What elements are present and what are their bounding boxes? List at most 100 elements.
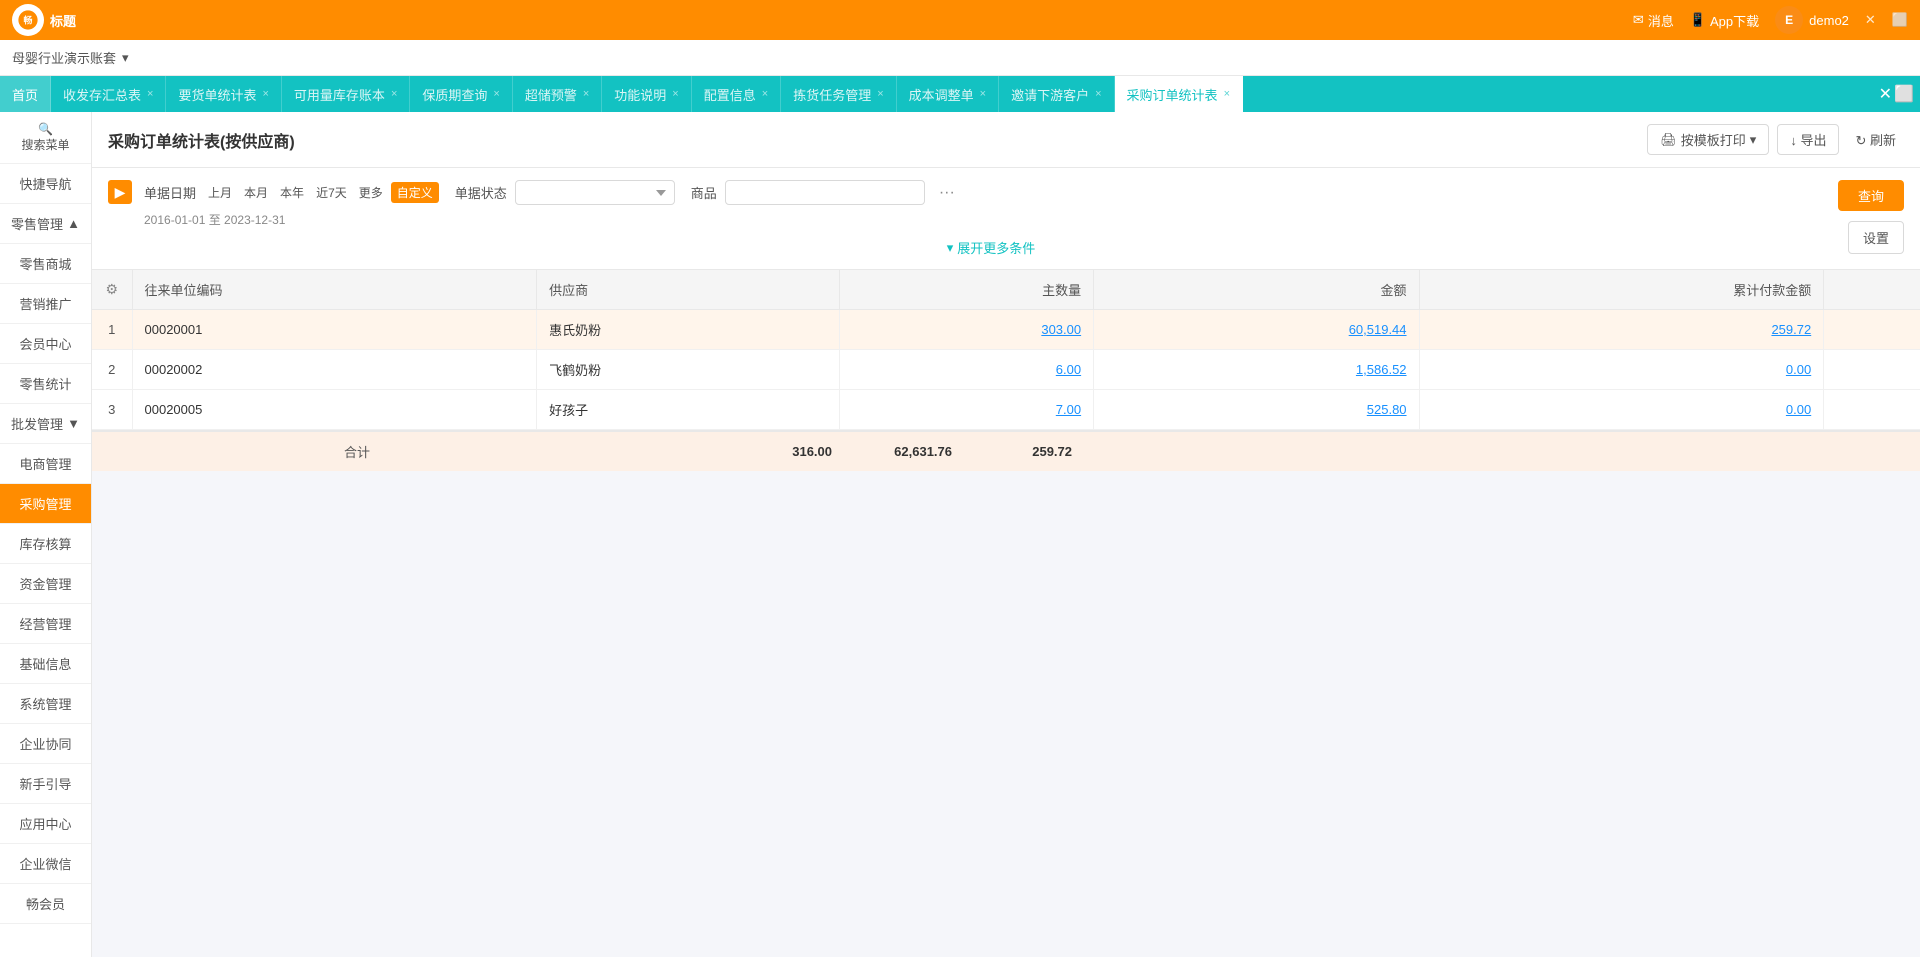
sidebar-item-ecommerce-mgmt[interactable]: 电商管理 xyxy=(0,444,91,484)
tab-overstock-warning[interactable]: 超储预警 × xyxy=(513,76,602,112)
refresh-btn[interactable]: ↻ 刷新 xyxy=(1847,125,1904,154)
tab-close-receive-summary[interactable]: × xyxy=(147,88,153,100)
sidebar-item-retail-store[interactable]: 零售商城 xyxy=(0,244,91,284)
message-btn[interactable]: ✉ 消息 xyxy=(1633,11,1674,30)
goods-more-btn[interactable]: ··· xyxy=(933,182,961,204)
template-print-btn[interactable]: 🖨 按模板打印 ▾ xyxy=(1647,124,1769,155)
tab-invite-downstream[interactable]: 邀请下游客户 × xyxy=(999,76,1114,112)
tab-receive-summary[interactable]: 收发存汇总表 × xyxy=(51,76,166,112)
table-row: 3 00020005 好孩子 7.00 525.80 0.00 xyxy=(92,390,1920,430)
tab-available-stock[interactable]: 可用量库存账本 × xyxy=(282,76,410,112)
footer-amount: 62,631.76 xyxy=(844,444,964,459)
tab-close-order-summary[interactable]: × xyxy=(262,88,268,100)
sidebar-item-finance-mgmt[interactable]: 资金管理 xyxy=(0,564,91,604)
expand-more-btn[interactable]: ▾ 展开更多条件 xyxy=(144,238,1838,257)
row-paid-amount-3[interactable]: 0.00 xyxy=(1419,390,1824,430)
tab-fullscreen-btn[interactable]: ⬜ xyxy=(1894,84,1914,104)
tab-close-invite-downstream[interactable]: × xyxy=(1095,88,1101,100)
tab-close-overstock-warning[interactable]: × xyxy=(583,88,589,100)
sidebar-item-stock-check[interactable]: 库存核算 xyxy=(0,524,91,564)
row-amount-2[interactable]: 1,586.52 xyxy=(1094,350,1419,390)
sidebar-item-vip-member[interactable]: 畅会员 xyxy=(0,884,91,924)
sidebar-search[interactable]: 🔍 搜索菜单 xyxy=(0,112,91,164)
sidebar-item-app-center[interactable]: 应用中心 xyxy=(0,804,91,844)
data-table: ⚙ 往来单位编码 供应商 主数量 金额 累计付款金额 1 00020001 xyxy=(92,270,1920,430)
date-more-btn[interactable]: 更多 xyxy=(355,182,387,203)
sidebar-item-retail-stats[interactable]: 零售统计 xyxy=(0,364,91,404)
workspace-selector[interactable]: 母婴行业演示账套 ▾ xyxy=(12,48,129,67)
sidebar-item-member-center[interactable]: 会员中心 xyxy=(0,324,91,364)
tab-order-summary[interactable]: 要货单统计表 × xyxy=(166,76,281,112)
tab-shelf-life[interactable]: 保质期查询 × xyxy=(410,76,512,112)
tab-close-available-stock[interactable]: × xyxy=(391,88,397,100)
tab-close-shelf-life[interactable]: × xyxy=(493,88,499,100)
date-custom-btn[interactable]: 自定义 xyxy=(391,182,439,203)
status-select[interactable] xyxy=(515,180,675,205)
date-last-month-btn[interactable]: 上月 xyxy=(204,182,236,203)
main-layout: 🔍 搜索菜单 快捷导航 零售管理 ▲ 零售商城 营销推广 会员中心 零售统计 批… xyxy=(0,112,1920,957)
chevron-right-icon: ▶ xyxy=(115,184,126,201)
tab-close-function-desc[interactable]: × xyxy=(672,88,678,100)
date-7days-btn[interactable]: 近7天 xyxy=(312,182,351,203)
page-header: 采购订单统计表(按供应商) 🖨 按模板打印 ▾ ↓ 导出 ↻ 刷新 xyxy=(92,112,1920,168)
sidebar-item-basic-info[interactable]: 基础信息 xyxy=(0,644,91,684)
sidebar-item-wholesale-mgmt[interactable]: 批发管理 ▼ xyxy=(0,404,91,444)
sidebar-item-marketing[interactable]: 营销推广 xyxy=(0,284,91,324)
row-quantity-2[interactable]: 6.00 xyxy=(839,350,1093,390)
table-row: 1 00020001 惠氏奶粉 303.00 60,519.44 259.72 xyxy=(92,310,1920,350)
date-this-year-btn[interactable]: 本年 xyxy=(276,182,308,203)
user-avatar[interactable]: E demo2 xyxy=(1775,6,1849,34)
tab-close-all-btn[interactable]: ✕ xyxy=(1879,84,1892,104)
sidebar-item-enterprise-wechat[interactable]: 企业微信 xyxy=(0,844,91,884)
sidebar-item-enterprise-collab[interactable]: 企业协同 xyxy=(0,724,91,764)
tab-config-info[interactable]: 配置信息 × xyxy=(692,76,781,112)
gear-icon[interactable]: ⚙ xyxy=(105,281,118,297)
window-restore-btn[interactable]: ⬜ xyxy=(1892,12,1908,28)
filter-toggle-btn[interactable]: ▶ xyxy=(108,180,132,204)
row-supplier-1: 惠氏奶粉 xyxy=(537,310,840,350)
tab-function-desc[interactable]: 功能说明 × xyxy=(602,76,691,112)
row-amount-3[interactable]: 525.80 xyxy=(1094,390,1419,430)
export-btn[interactable]: ↓ 导出 xyxy=(1777,124,1839,155)
tab-close-cost-adjust[interactable]: × xyxy=(980,88,986,100)
app-download-btn[interactable]: 📱 App下载 xyxy=(1690,11,1759,30)
sidebar-item-retail-mgmt[interactable]: 零售管理 ▲ xyxy=(0,204,91,244)
row-quantity-3[interactable]: 7.00 xyxy=(839,390,1093,430)
table-row: 2 00020002 飞鹤奶粉 6.00 1,586.52 0.00 xyxy=(92,350,1920,390)
home-tab-label: 首页 xyxy=(12,85,38,104)
col-paid-amount: 累计付款金额 xyxy=(1419,270,1824,310)
workspace-arrow-icon: ▾ xyxy=(122,50,129,66)
row-code-1: 00020001 xyxy=(132,310,537,350)
row-paid-amount-2[interactable]: 0.00 xyxy=(1419,350,1824,390)
sidebar-item-ops-mgmt[interactable]: 经营管理 xyxy=(0,604,91,644)
sidebar-item-new-guide[interactable]: 新手引导 xyxy=(0,764,91,804)
tab-close-config-info[interactable]: × xyxy=(762,88,768,100)
date-range-display: 2016-01-01 至 2023-12-31 xyxy=(144,211,1838,228)
filter-actions: 查询 设置 xyxy=(1838,180,1904,254)
window-close-btn[interactable]: ✕ xyxy=(1865,12,1876,28)
tab-home[interactable]: 首页 xyxy=(0,76,51,112)
workspace-bar: 母婴行业演示账套 ▾ xyxy=(0,40,1920,76)
row-paid-amount-1[interactable]: 259.72 xyxy=(1419,310,1824,350)
sidebar-item-purchase-mgmt[interactable]: 采购管理 xyxy=(0,484,91,524)
col-gear: ⚙ xyxy=(92,270,132,310)
col-extra xyxy=(1824,270,1920,310)
tab-pick-task[interactable]: 拣货任务管理 × xyxy=(781,76,896,112)
table-footer: 合计 316.00 62,631.76 259.72 xyxy=(92,430,1920,471)
settings-btn[interactable]: 设置 xyxy=(1848,221,1904,254)
row-quantity-1[interactable]: 303.00 xyxy=(839,310,1093,350)
row-amount-1[interactable]: 60,519.44 xyxy=(1094,310,1419,350)
footer-paid-amount: 259.72 xyxy=(964,444,1084,459)
tab-close-pick-task[interactable]: × xyxy=(877,88,883,100)
tab-cost-adjust[interactable]: 成本调整单 × xyxy=(897,76,999,112)
query-btn[interactable]: 查询 xyxy=(1838,180,1904,211)
tab-close-purchase-summary[interactable]: × xyxy=(1224,88,1230,100)
goods-input[interactable] xyxy=(725,180,925,205)
message-icon: ✉ xyxy=(1633,12,1644,28)
date-this-month-btn[interactable]: 本月 xyxy=(240,182,272,203)
sidebar-item-system-mgmt[interactable]: 系统管理 xyxy=(0,684,91,724)
tab-purchase-summary[interactable]: 采购订单统计表 × xyxy=(1115,76,1243,112)
row-code-3: 00020005 xyxy=(132,390,537,430)
sidebar-item-quick-nav[interactable]: 快捷导航 xyxy=(0,164,91,204)
search-icon: 🔍 xyxy=(38,122,53,136)
